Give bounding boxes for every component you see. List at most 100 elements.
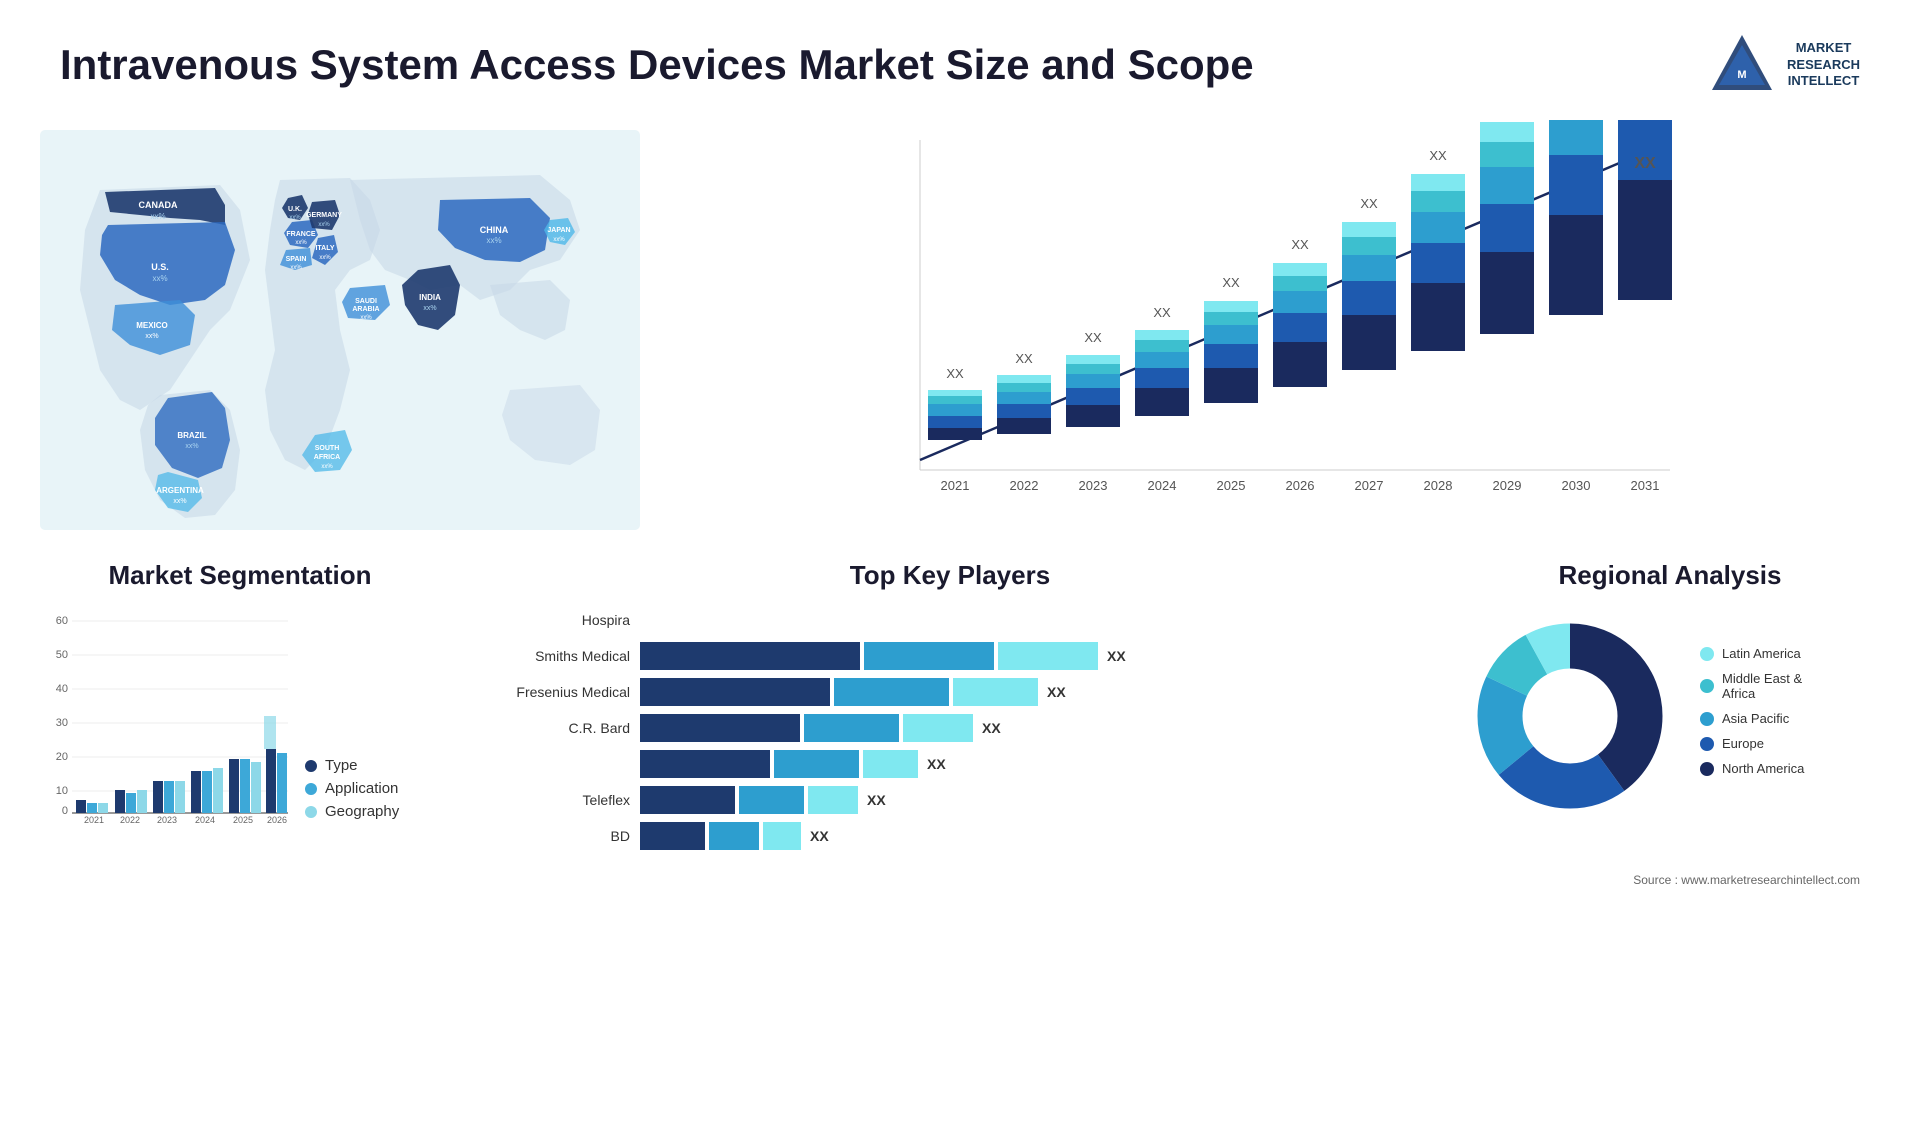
legend-application: Application xyxy=(305,780,399,797)
fresenius-value: XX xyxy=(1047,684,1066,700)
svg-text:xx%: xx% xyxy=(360,315,372,321)
geography-label: Geography xyxy=(325,803,399,820)
crbard-bar-3 xyxy=(903,714,973,742)
svg-text:M: M xyxy=(1737,69,1746,81)
north-america-dot xyxy=(1700,762,1714,776)
svg-text:xx%: xx% xyxy=(423,305,436,312)
svg-text:2021: 2021 xyxy=(84,815,104,825)
svg-text:xx%: xx% xyxy=(289,215,301,221)
map-section: CANADA xx% U.S. xx% MEXICO xx% BRAZIL xx… xyxy=(40,120,640,540)
geography-dot xyxy=(305,806,317,818)
svg-text:xx%: xx% xyxy=(295,240,307,246)
svg-text:BRAZIL: BRAZIL xyxy=(177,431,206,440)
svg-text:xx%: xx% xyxy=(173,498,186,505)
svg-text:2026: 2026 xyxy=(1286,478,1315,493)
type-label: Type xyxy=(325,757,358,774)
middle-east-label: Middle East &Africa xyxy=(1722,671,1802,701)
legend-geography: Geography xyxy=(305,803,399,820)
svg-text:20: 20 xyxy=(56,751,68,763)
svg-text:40: 40 xyxy=(56,683,68,695)
svg-text:FRANCE: FRANCE xyxy=(286,231,315,238)
player-row-anon: XX xyxy=(470,750,1430,778)
svg-text:2023: 2023 xyxy=(157,815,177,825)
svg-text:2029: 2029 xyxy=(1493,478,1522,493)
bottom-content: Market Segmentation 60 50 40 30 20 10 0 xyxy=(0,540,1920,868)
europe-dot xyxy=(1700,737,1714,751)
player-name-crbard: C.R. Bard xyxy=(470,720,630,736)
fresenius-bar-3 xyxy=(953,678,1038,706)
player-name-smiths: Smiths Medical xyxy=(470,648,630,664)
svg-text:SOUTH: SOUTH xyxy=(315,445,340,452)
asia-pacific-label: Asia Pacific xyxy=(1722,711,1789,726)
svg-text:ARABIA: ARABIA xyxy=(352,306,379,313)
svg-text:SPAIN: SPAIN xyxy=(286,256,307,263)
svg-text:CANADA: CANADA xyxy=(139,200,178,210)
player-name-fresenius: Fresenius Medical xyxy=(470,684,630,700)
svg-text:xx%: xx% xyxy=(152,274,167,283)
donut-chart xyxy=(1460,606,1680,826)
legend-europe: Europe xyxy=(1700,736,1880,751)
segmentation-legend: Type Application Geography xyxy=(305,757,399,826)
svg-text:xx%: xx% xyxy=(321,464,333,470)
svg-text:2024: 2024 xyxy=(195,815,215,825)
svg-text:2021: 2021 xyxy=(941,478,970,493)
regional-section: Regional Analysis xyxy=(1460,560,1880,858)
svg-text:2023: 2023 xyxy=(1079,478,1108,493)
crbard-bar-2 xyxy=(804,714,899,742)
header: Intravenous System Access Devices Market… xyxy=(0,0,1920,120)
bd-value: XX xyxy=(810,828,829,844)
smiths-bar-2 xyxy=(864,642,994,670)
middle-east-dot xyxy=(1700,679,1714,693)
svg-text:XX: XX xyxy=(1015,351,1033,366)
svg-text:xx%: xx% xyxy=(150,212,165,221)
svg-text:SAUDI: SAUDI xyxy=(355,298,377,305)
svg-text:xx%: xx% xyxy=(318,222,330,228)
svg-text:xx%: xx% xyxy=(319,255,331,261)
svg-text:AFRICA: AFRICA xyxy=(314,454,340,461)
application-dot xyxy=(305,783,317,795)
type-dot xyxy=(305,760,317,772)
player-name-bd: BD xyxy=(470,828,630,844)
legend-latin-america: Latin America xyxy=(1700,646,1880,661)
svg-text:XX: XX xyxy=(1498,120,1516,123)
player-bar-crbard: XX xyxy=(640,714,1430,742)
legend-asia-pacific: Asia Pacific xyxy=(1700,711,1880,726)
svg-text:U.K.: U.K. xyxy=(288,206,302,213)
svg-text:MEXICO: MEXICO xyxy=(136,321,168,330)
anon-bar-1 xyxy=(640,750,770,778)
svg-text:XX: XX xyxy=(1153,305,1171,320)
svg-text:2028: 2028 xyxy=(1424,478,1453,493)
svg-text:xx%: xx% xyxy=(553,237,565,243)
top-players-section: Top Key Players Hospira Smiths Medical X… xyxy=(470,560,1430,858)
svg-text:ITALY: ITALY xyxy=(315,245,334,252)
teleflex-bar-2 xyxy=(739,786,804,814)
teleflex-bar-1 xyxy=(640,786,735,814)
svg-text:30: 30 xyxy=(56,717,68,729)
segmentation-section: Market Segmentation 60 50 40 30 20 10 0 xyxy=(40,560,440,858)
anon-bar-3 xyxy=(863,750,918,778)
player-name-teleflex: Teleflex xyxy=(470,792,630,808)
logo-text: MARKETRESEARCHINTELLECT xyxy=(1787,40,1860,91)
regional-title: Regional Analysis xyxy=(1460,560,1880,591)
svg-text:GERMANY: GERMANY xyxy=(306,212,342,219)
svg-text:2031: 2031 xyxy=(1631,478,1660,493)
growth-chart-svg: XX 2021 XX 2022 XX 2023 XX 20 xyxy=(660,120,1880,540)
latin-america-label: Latin America xyxy=(1722,646,1801,661)
player-bar-fresenius: XX xyxy=(640,678,1430,706)
svg-text:XX: XX xyxy=(1360,196,1378,211)
legend-type: Type xyxy=(305,757,399,774)
teleflex-value: XX xyxy=(867,792,886,808)
smiths-value: XX xyxy=(1107,648,1126,664)
svg-text:XX: XX xyxy=(1429,148,1447,163)
player-name-hospira: Hospira xyxy=(470,612,630,628)
svg-text:XX: XX xyxy=(1634,155,1656,172)
world-map-svg: CANADA xx% U.S. xx% MEXICO xx% BRAZIL xx… xyxy=(40,120,640,540)
svg-text:60: 60 xyxy=(56,615,68,627)
svg-text:INDIA: INDIA xyxy=(419,293,441,302)
player-row-bd: BD XX xyxy=(470,822,1430,850)
anon-value: XX xyxy=(927,756,946,772)
latin-america-dot xyxy=(1700,647,1714,661)
svg-text:XX: XX xyxy=(1084,330,1102,345)
fresenius-bar-1 xyxy=(640,678,830,706)
legend-north-america: North America xyxy=(1700,761,1880,776)
